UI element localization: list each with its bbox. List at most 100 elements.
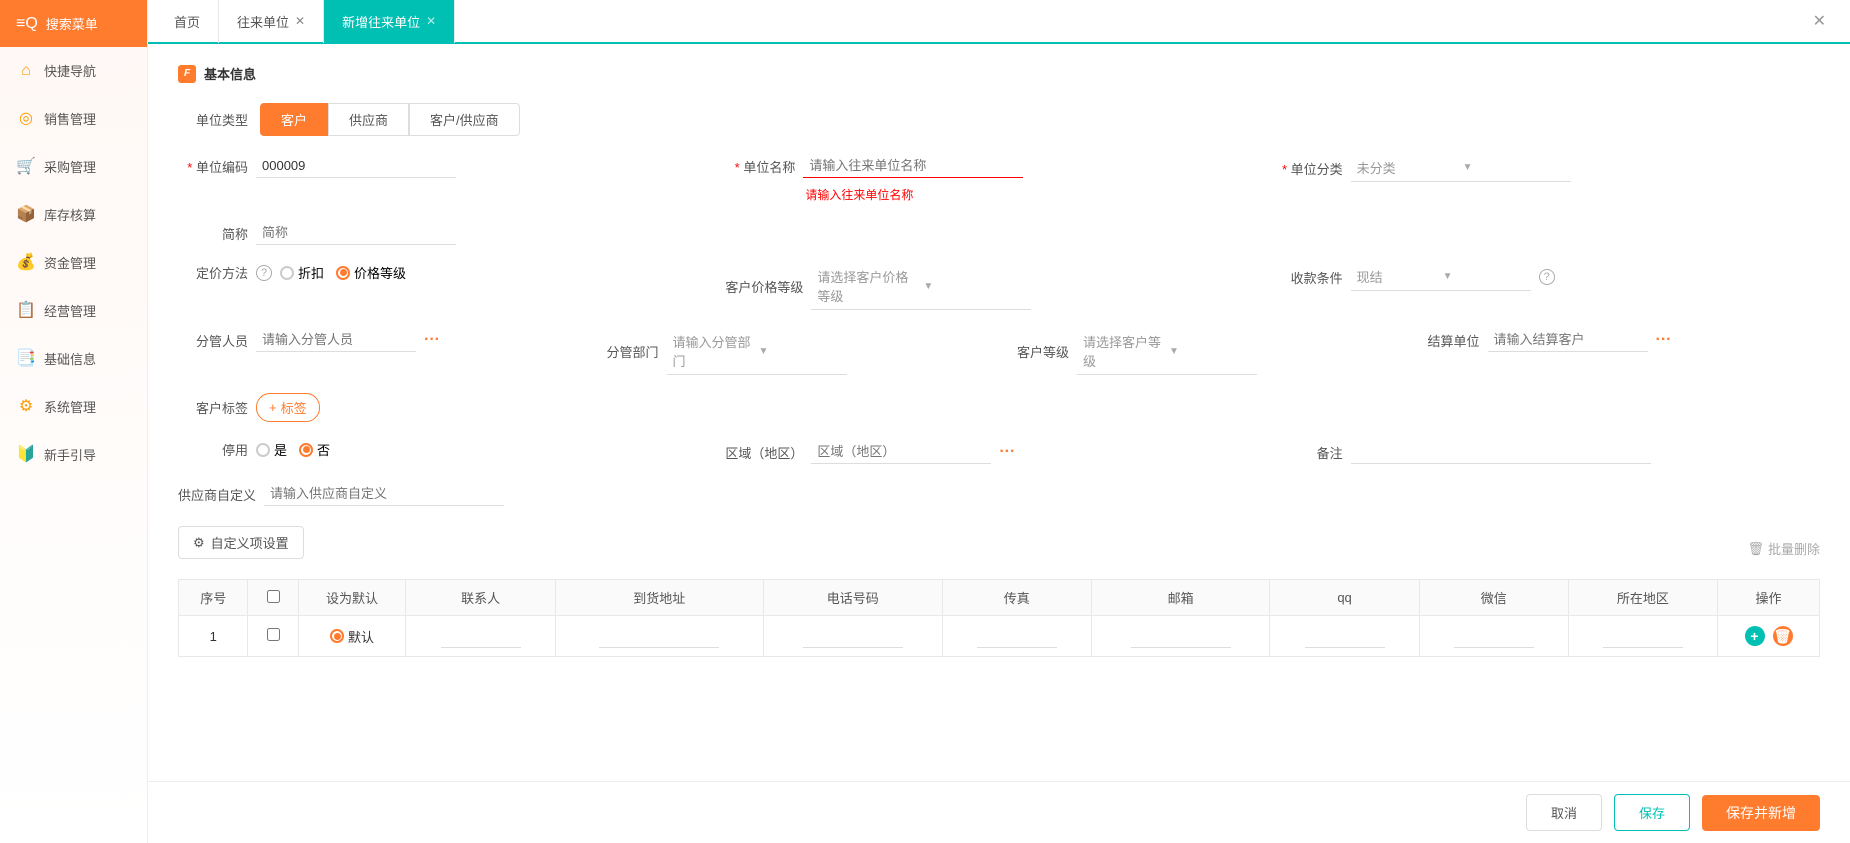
sidebar-label: 经营管理 xyxy=(44,301,96,320)
customer-price-level-select[interactable]: 请选择客户价格等级 ▼ xyxy=(811,263,1031,310)
form-content: F 基本信息 单位类型 客户 供应商 客户/供应商 * * 单位编码单位编码 xyxy=(148,44,1850,781)
remark-label: 备注 xyxy=(1273,443,1343,462)
close-all-tabs[interactable]: ✕ xyxy=(1797,11,1842,31)
search-menu-item[interactable]: ≡Q 搜索菜单 xyxy=(0,0,147,47)
type-btn-customer[interactable]: 客户 xyxy=(260,103,328,136)
unit-code-input[interactable] xyxy=(256,154,456,178)
address-input[interactable] xyxy=(599,624,719,648)
type-btn-both[interactable]: 客户/供应商 xyxy=(409,103,520,136)
add-tag-btn[interactable]: + 标签 xyxy=(256,393,320,422)
col-checkbox[interactable] xyxy=(248,580,298,616)
settlement-more-btn[interactable]: ··· xyxy=(1656,331,1672,349)
sidebar-item-finance[interactable]: 💰 资金管理 xyxy=(0,238,147,286)
cell-phone[interactable] xyxy=(763,616,942,657)
fax-input[interactable] xyxy=(977,624,1057,648)
customer-price-level-label: 客户价格等级 xyxy=(725,277,803,296)
inventory-icon: 📦 xyxy=(16,204,36,224)
wechat-input[interactable] xyxy=(1454,624,1534,648)
sidebar: ≡Q 搜索菜单 ⌂ 快捷导航 ◎ 销售管理 🛒 采购管理 📦 库存核算 💰 资金… xyxy=(0,0,148,843)
tab-partners-close[interactable]: ✕ xyxy=(295,14,305,28)
cell-region[interactable] xyxy=(1568,616,1717,657)
default-label: 默认 xyxy=(348,627,374,646)
radio-disable-yes-label: 是 xyxy=(274,440,287,459)
radio-disable-no[interactable]: 否 xyxy=(299,440,330,459)
unit-name-label: * 单位名称 xyxy=(725,157,795,176)
add-row-btn[interactable]: + xyxy=(1745,626,1765,646)
sidebar-label: 销售管理 xyxy=(44,109,96,128)
customer-level-label: 客户等级 xyxy=(999,342,1069,361)
contact-input[interactable] xyxy=(441,624,521,648)
payment-terms-select[interactable]: 现结 ▼ xyxy=(1351,263,1531,291)
cell-fax[interactable] xyxy=(942,616,1091,657)
customer-level-field: 客户等级 请选择客户等级 ▼ xyxy=(999,328,1410,375)
manager-more-btn[interactable]: ··· xyxy=(424,331,440,349)
tab-home-label: 首页 xyxy=(174,12,200,31)
settlement-unit-input[interactable] xyxy=(1488,328,1648,352)
department-select[interactable]: 请输入分管部门 ▼ xyxy=(667,328,847,375)
select-all-checkbox[interactable] xyxy=(267,590,280,603)
cell-default[interactable]: 默认 xyxy=(298,616,406,657)
supplier-custom-input[interactable] xyxy=(264,482,504,506)
cell-checkbox[interactable] xyxy=(248,616,298,657)
tab-home[interactable]: 首页 xyxy=(156,0,219,43)
tab-partners[interactable]: 往来单位 ✕ xyxy=(219,0,324,43)
remark-input[interactable] xyxy=(1351,440,1651,464)
disable-label: 停用 xyxy=(178,440,248,459)
sidebar-item-system[interactable]: ⚙ 系统管理 xyxy=(0,382,147,430)
cell-contact[interactable] xyxy=(406,616,555,657)
sidebar-item-sales[interactable]: ◎ 销售管理 xyxy=(0,94,147,142)
sidebar-item-operations[interactable]: 📋 经营管理 xyxy=(0,286,147,334)
tab-new-partner[interactable]: 新增往来单位 ✕ xyxy=(324,0,455,43)
cell-email[interactable] xyxy=(1091,616,1270,657)
col-region: 所在地区 xyxy=(1568,580,1717,616)
settlement-unit-label: 结算单位 xyxy=(1410,331,1480,350)
unit-category-select[interactable]: 未分类 ▼ xyxy=(1351,154,1571,182)
pricing-method-label: 定价方法 xyxy=(178,263,248,282)
payment-terms-help-icon[interactable]: ? xyxy=(1539,269,1555,285)
pricing-help-icon[interactable]: ? xyxy=(256,265,272,281)
sidebar-item-purchase[interactable]: 🛒 采购管理 xyxy=(0,142,147,190)
short-name-input[interactable] xyxy=(256,221,456,245)
type-btn-supplier[interactable]: 供应商 xyxy=(328,103,409,136)
sidebar-item-basic-info[interactable]: 📑 基础信息 xyxy=(0,334,147,382)
tab-new-partner-close[interactable]: ✕ xyxy=(426,14,436,28)
del-row-btn[interactable]: 🗑 xyxy=(1773,626,1793,646)
manager-input[interactable] xyxy=(256,328,416,352)
sidebar-item-guide[interactable]: 🔰 新手引导 xyxy=(0,430,147,478)
add-tag-label: 标签 xyxy=(281,398,307,417)
cell-qq[interactable] xyxy=(1270,616,1419,657)
radio-disable-yes[interactable]: 是 xyxy=(256,440,287,459)
cancel-button[interactable]: 取消 xyxy=(1526,794,1602,831)
add-tag-icon: + xyxy=(269,400,277,415)
phone-input[interactable] xyxy=(803,624,903,648)
row-checkbox[interactable] xyxy=(267,628,280,641)
region-more-btn[interactable]: ··· xyxy=(999,443,1015,461)
sidebar-label: 库存核算 xyxy=(44,205,96,224)
email-input[interactable] xyxy=(1131,624,1231,648)
search-menu-label: 搜索菜单 xyxy=(46,14,98,33)
save-button[interactable]: 保存 xyxy=(1614,794,1690,831)
payment-terms-label: 收款条件 xyxy=(1273,268,1343,287)
tab-partners-label: 往来单位 xyxy=(237,12,289,31)
table-row: 1 默认 xyxy=(179,616,1820,657)
customer-tag-row: 客户标签 + 标签 xyxy=(178,393,1820,422)
radio-discount[interactable]: 折扣 xyxy=(280,263,324,282)
delete-icon: 🗑 xyxy=(1747,541,1764,557)
default-radio[interactable] xyxy=(330,629,344,643)
radio-price-level[interactable]: 价格等级 xyxy=(336,263,406,282)
customer-level-select[interactable]: 请选择客户等级 ▼ xyxy=(1077,328,1257,375)
remark-field: 备注 xyxy=(1273,440,1820,464)
cell-address[interactable] xyxy=(555,616,763,657)
unit-name-input[interactable] xyxy=(803,154,1023,178)
sidebar-item-inventory[interactable]: 📦 库存核算 xyxy=(0,190,147,238)
custom-settings-btn[interactable]: ⚙ 自定义项设置 xyxy=(178,526,304,559)
department-field: 分管部门 请输入分管部门 ▼ xyxy=(589,328,1000,375)
section-header: F 基本信息 xyxy=(178,64,1820,83)
region-input[interactable] xyxy=(1603,624,1683,648)
qq-input[interactable] xyxy=(1305,624,1385,648)
cell-wechat[interactable] xyxy=(1419,616,1568,657)
save-new-button[interactable]: 保存并新增 xyxy=(1702,795,1820,831)
sidebar-item-quick-nav[interactable]: ⌂ 快捷导航 xyxy=(0,47,147,94)
batch-delete-btn[interactable]: 🗑 批量删除 xyxy=(1747,539,1820,558)
region-input[interactable] xyxy=(811,440,991,464)
